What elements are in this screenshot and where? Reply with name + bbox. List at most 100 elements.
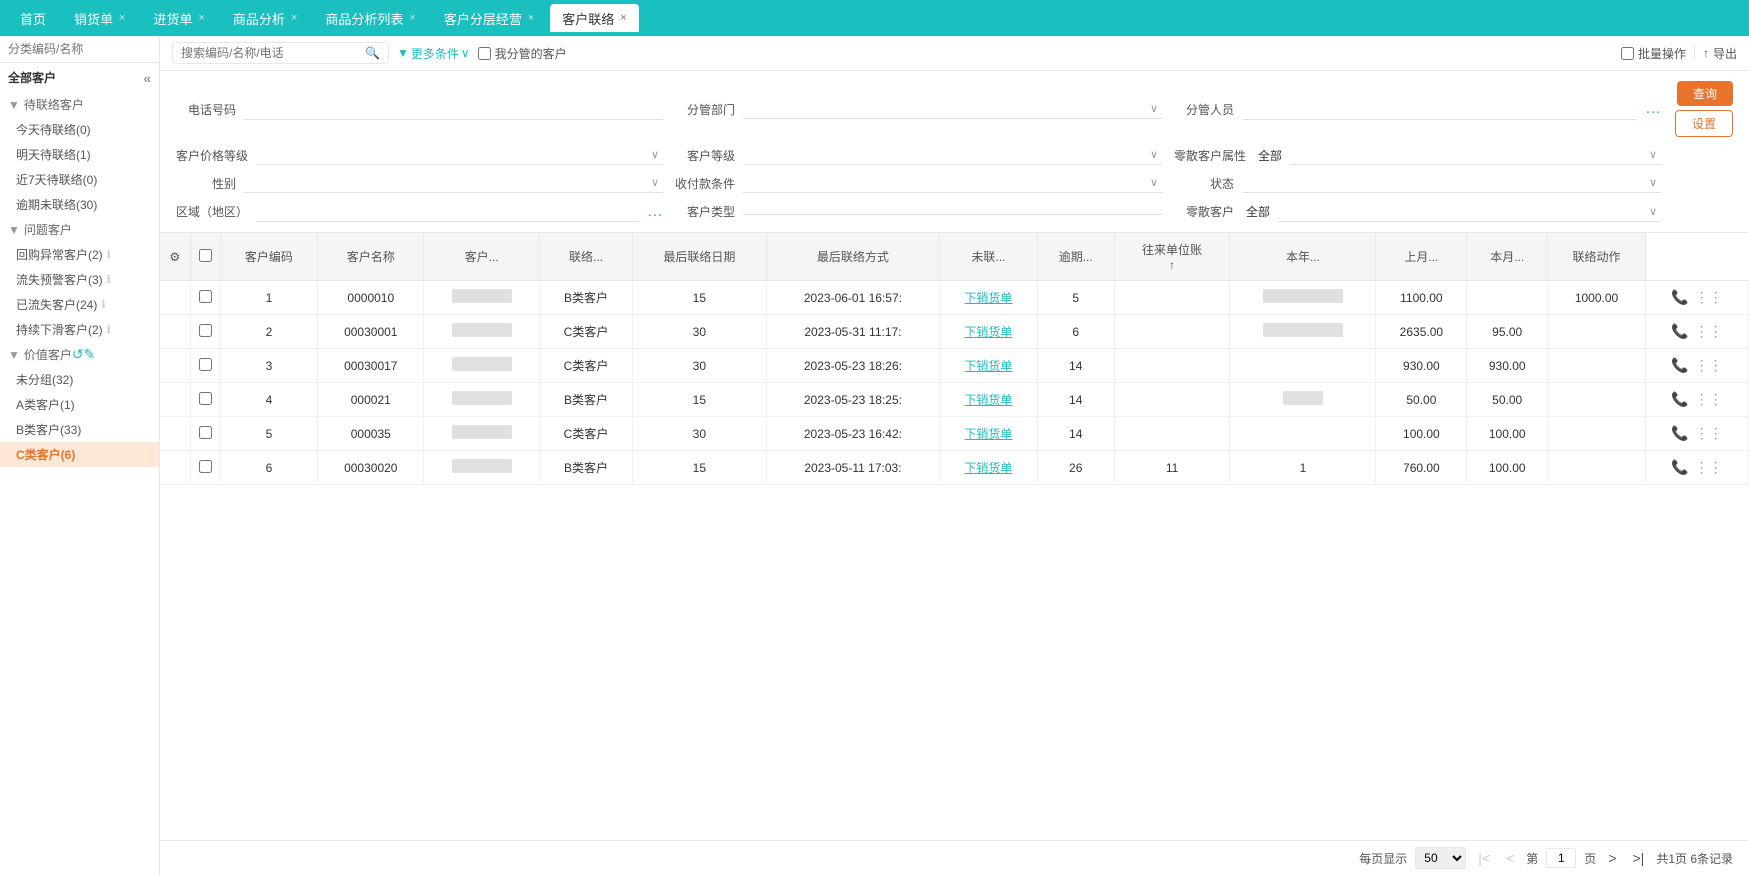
nav-customer-segmentation[interactable]: 客户分层经营 ×	[432, 4, 546, 32]
sidebar-item-declining[interactable]: 持续下滑客户(2) ℹ	[0, 317, 159, 342]
retail-attr-select[interactable]: ∨	[1290, 145, 1661, 165]
manager-input[interactable]	[1242, 99, 1637, 120]
close-icon[interactable]: ×	[409, 12, 415, 24]
nav-sales-order[interactable]: 销货单 ×	[62, 4, 137, 32]
row-checkbox[interactable]	[190, 349, 220, 383]
gear-column-header[interactable]: ⚙	[160, 233, 190, 281]
row-last-contact-method[interactable]: 下销货单	[940, 451, 1038, 485]
region-input[interactable]	[256, 201, 639, 222]
group-problem-customers[interactable]: ▼ 问题客户	[0, 217, 159, 242]
row-select-checkbox[interactable]	[199, 392, 212, 405]
all-customers-header[interactable]: 全部客户 «	[0, 63, 159, 92]
sidebar-item-overdue[interactable]: 逾期未联络(30)	[0, 192, 159, 217]
search-icon[interactable]: 🔍	[365, 46, 380, 60]
sidebar-item-today[interactable]: 今天待联络(0)	[0, 117, 159, 142]
group-pending-contact[interactable]: ▼ 待联络客户	[0, 92, 159, 117]
phone-action-icon[interactable]: 📞	[1671, 459, 1688, 476]
sidebar-search-input[interactable]	[8, 42, 160, 56]
more-action-icon[interactable]: ⋮⋮	[1695, 323, 1723, 340]
nav-purchase-order[interactable]: 进货单 ×	[141, 4, 216, 32]
sidebar-item-c-customers[interactable]: C类客户(6)	[0, 442, 159, 467]
next-page-btn[interactable]: >	[1604, 848, 1620, 868]
more-action-icon[interactable]: ⋮⋮	[1695, 391, 1723, 408]
more-action-icon[interactable]: ⋮⋮	[1695, 459, 1723, 476]
status-select[interactable]: ∨	[1242, 173, 1661, 193]
row-last-contact-method[interactable]: 下销货单	[940, 281, 1038, 315]
region-dots-btn[interactable]: …	[647, 203, 663, 221]
close-icon[interactable]: ×	[198, 12, 204, 24]
row-checkbox[interactable]	[190, 417, 220, 451]
checkbox-column-header[interactable]	[190, 233, 220, 281]
sidebar-item-ungrouped[interactable]: 未分组(32)	[0, 367, 159, 392]
sidebar-item-b-customers[interactable]: B类客户(33)	[0, 417, 159, 442]
row-last-contact-method[interactable]: 下销货单	[940, 315, 1038, 349]
sidebar-item-tomorrow[interactable]: 明天待联络(1)	[0, 142, 159, 167]
sidebar-item-7days[interactable]: 近7天待联络(0)	[0, 167, 159, 192]
sidebar-item-churned[interactable]: 已流失客户(24) ℹ	[0, 292, 159, 317]
price-level-select[interactable]: ∨	[256, 145, 663, 165]
phone-action-icon[interactable]: 📞	[1671, 391, 1688, 408]
row-checkbox[interactable]	[190, 383, 220, 417]
close-icon[interactable]: ×	[291, 12, 297, 24]
more-conditions-btn[interactable]: ▼ 更多条件 ∨	[397, 45, 470, 62]
manager-dots-btn[interactable]: …	[1645, 100, 1661, 118]
phone-input[interactable]	[244, 99, 663, 120]
row-this-year: 50.00	[1376, 383, 1467, 417]
first-page-btn[interactable]: |<	[1474, 848, 1494, 868]
more-action-icon[interactable]: ⋮⋮	[1695, 425, 1723, 442]
row-checkbox[interactable]	[190, 451, 220, 485]
last-page-btn[interactable]: >|	[1629, 848, 1649, 868]
phone-action-icon[interactable]: 📞	[1671, 289, 1688, 306]
my-customers-checkbox-label[interactable]: 我分管的客户	[478, 45, 567, 62]
row-select-checkbox[interactable]	[199, 358, 212, 371]
row-contact: 30	[632, 315, 766, 349]
customer-type-select[interactable]	[743, 208, 1162, 215]
row-last-contact-method[interactable]: 下销货单	[940, 383, 1038, 417]
query-button[interactable]: 查询	[1677, 81, 1733, 106]
batch-operation-btn[interactable]: 批量操作	[1621, 45, 1686, 62]
dept-select[interactable]: ∨	[743, 99, 1162, 119]
close-icon[interactable]: ×	[528, 12, 534, 24]
export-btn[interactable]: ↑ 导出	[1703, 45, 1737, 62]
select-all-checkbox[interactable]	[199, 249, 212, 262]
prev-page-btn[interactable]: <	[1502, 848, 1518, 868]
nav-product-analysis[interactable]: 商品分析 ×	[221, 4, 309, 32]
customer-level-select[interactable]: ∨	[743, 145, 1162, 165]
close-icon[interactable]: ×	[620, 12, 626, 24]
close-icon[interactable]: ×	[119, 12, 125, 24]
row-last-contact-method[interactable]: 下销货单	[940, 349, 1038, 383]
refresh-icon[interactable]: ↺	[72, 346, 84, 363]
nav-product-analysis-list[interactable]: 商品分析列表 ×	[313, 4, 427, 32]
nav-customer-contact[interactable]: 客户联络 ×	[550, 4, 638, 32]
settings-button[interactable]: 设置	[1675, 110, 1733, 137]
row-checkbox[interactable]	[190, 281, 220, 315]
more-action-icon[interactable]: ⋮⋮	[1695, 289, 1723, 306]
sidebar-item-repurchase-abnormal[interactable]: 回购异常客户(2) ℹ	[0, 242, 159, 267]
row-select-checkbox[interactable]	[199, 290, 212, 303]
phone-action-icon[interactable]: 📞	[1671, 357, 1688, 374]
payment-select[interactable]: ∨	[743, 173, 1162, 193]
gender-select[interactable]: ∨	[244, 173, 663, 193]
sidebar-item-a-customers[interactable]: A类客户(1)	[0, 392, 159, 417]
row-this-month	[1548, 349, 1646, 383]
row-last-contact-method[interactable]: 下销货单	[940, 417, 1038, 451]
my-customers-checkbox[interactable]	[478, 47, 491, 60]
table-row: 5 000035 C类客户 30 2023-05-23 16:42: 下销货单 …	[160, 417, 1749, 451]
more-action-icon[interactable]: ⋮⋮	[1695, 357, 1723, 374]
phone-action-icon[interactable]: 📞	[1671, 323, 1688, 340]
info-icon: ℹ	[101, 298, 105, 311]
row-select-checkbox[interactable]	[199, 426, 212, 439]
group-value-customers[interactable]: ▼ 价值客户 ↺ ✎	[0, 342, 159, 367]
nav-home[interactable]: 首页	[8, 4, 58, 32]
sidebar-item-churn-warning[interactable]: 流失预警客户(3) ℹ	[0, 267, 159, 292]
retail-customer-select[interactable]: ∨	[1278, 202, 1661, 222]
phone-action-icon[interactable]: 📞	[1671, 425, 1688, 442]
batch-op-checkbox[interactable]	[1621, 47, 1634, 60]
search-input[interactable]	[181, 46, 361, 60]
row-checkbox[interactable]	[190, 315, 220, 349]
page-number-input[interactable]	[1546, 848, 1576, 868]
edit-icon[interactable]: ✎	[84, 346, 96, 363]
per-page-select[interactable]: 50 100 200	[1415, 847, 1466, 869]
row-select-checkbox[interactable]	[199, 460, 212, 473]
row-select-checkbox[interactable]	[199, 324, 212, 337]
